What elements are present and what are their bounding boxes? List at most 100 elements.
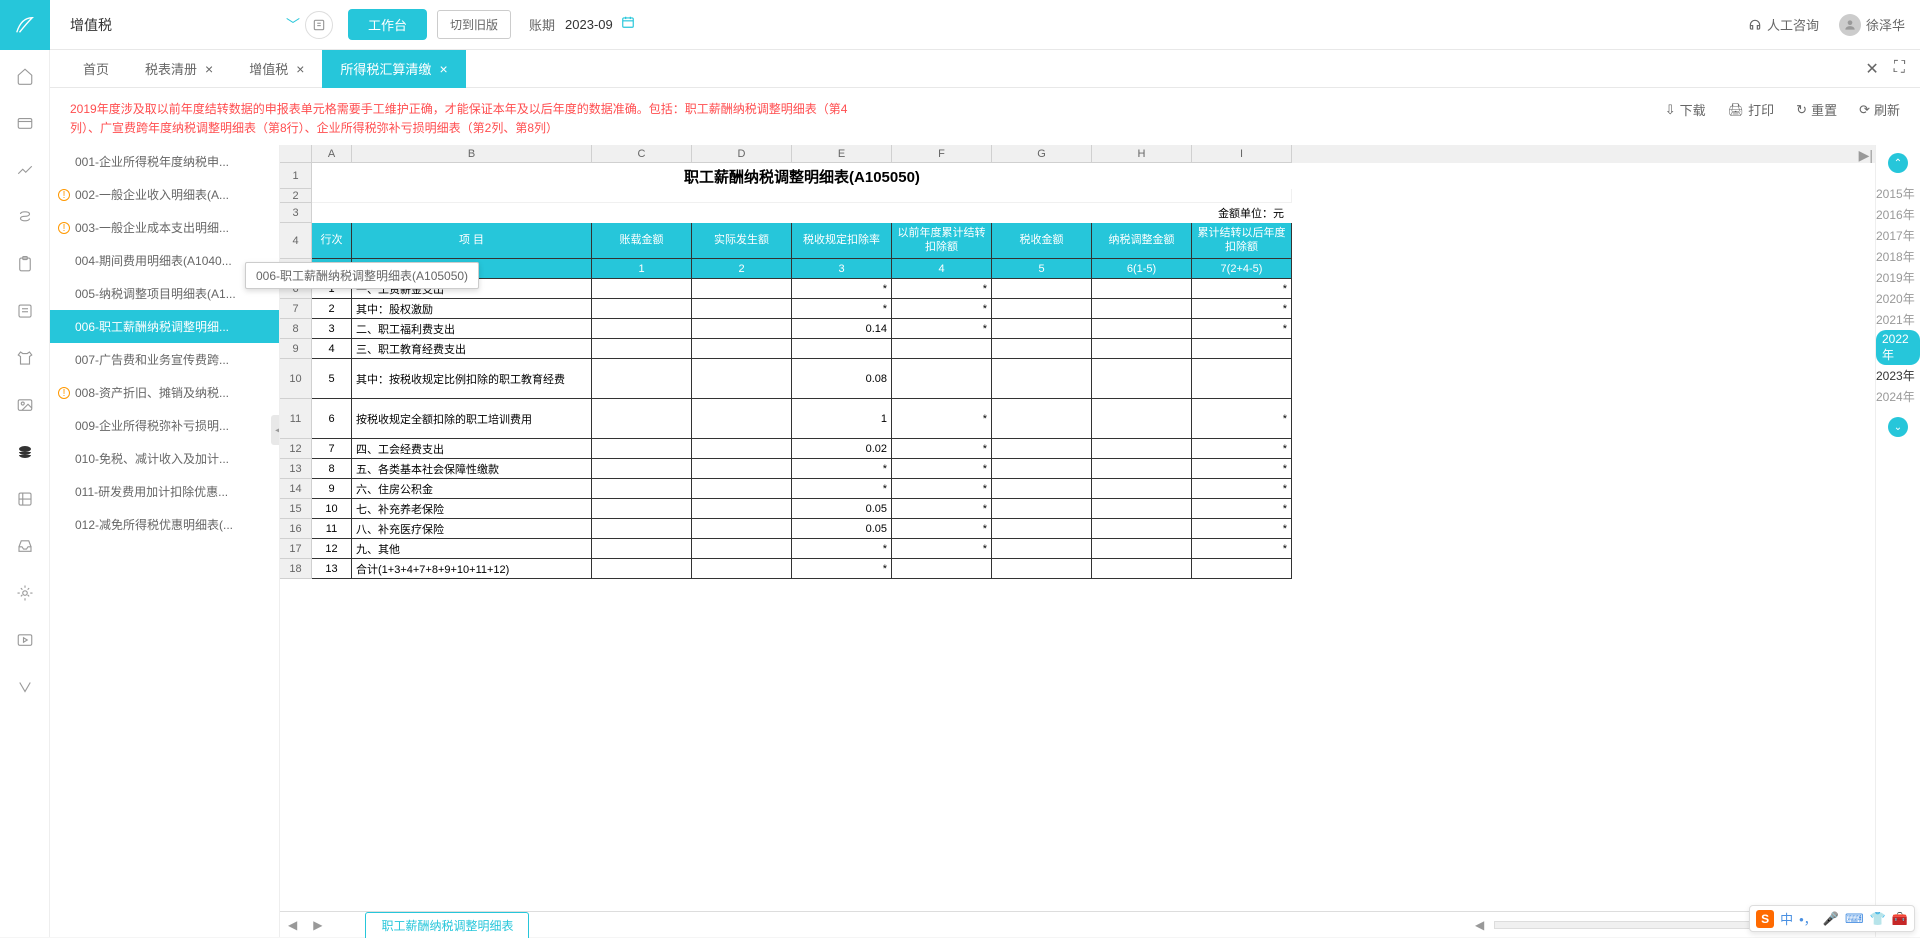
data-cell[interactable] <box>1092 559 1192 579</box>
spreadsheet[interactable]: ▶| ABCDEFGHI 1 职工薪酬纳税调整明细表(A105050) 2 3 … <box>280 145 1875 937</box>
data-cell[interactable] <box>1092 499 1192 519</box>
clipboard-icon[interactable] <box>14 253 36 275</box>
data-cell[interactable] <box>792 339 892 359</box>
data-cell[interactable] <box>592 279 692 299</box>
data-cell[interactable]: * <box>892 459 992 479</box>
chart-icon[interactable] <box>14 159 36 181</box>
item-name[interactable]: 六、住房公积金 <box>352 479 592 499</box>
data-cell[interactable] <box>592 439 692 459</box>
year-item[interactable]: 2022年 <box>1876 330 1920 365</box>
data-cell[interactable] <box>592 459 692 479</box>
data-cell[interactable] <box>592 399 692 439</box>
data-cell[interactable]: * <box>1192 279 1292 299</box>
form-item-11[interactable]: 012-减免所得税优惠明细表(... <box>50 508 279 541</box>
data-cell[interactable] <box>592 339 692 359</box>
data-cell[interactable] <box>592 539 692 559</box>
reset-button[interactable]: ↻ 重置 <box>1796 100 1837 119</box>
item-name[interactable]: 五、各类基本社会保障性缴款 <box>352 459 592 479</box>
data-cell[interactable] <box>692 479 792 499</box>
data-cell[interactable]: * <box>1192 519 1292 539</box>
data-cell[interactable] <box>1192 339 1292 359</box>
data-cell[interactable]: * <box>892 439 992 459</box>
row-index[interactable]: 10 <box>312 499 352 519</box>
data-cell[interactable] <box>1092 459 1192 479</box>
data-cell[interactable] <box>592 299 692 319</box>
tab-close-icon[interactable]: × <box>439 61 447 77</box>
tab-1[interactable]: 税表清册× <box>127 50 231 88</box>
data-cell[interactable] <box>1092 339 1192 359</box>
data-cell[interactable] <box>992 539 1092 559</box>
col-header-H[interactable]: H <box>1092 145 1192 163</box>
data-cell[interactable] <box>692 499 792 519</box>
year-item[interactable]: 2020年 <box>1876 288 1920 309</box>
row-number[interactable]: 8 <box>280 319 312 339</box>
row-index[interactable]: 7 <box>312 439 352 459</box>
data-cell[interactable] <box>892 339 992 359</box>
close-tab-icon[interactable]: ✕ <box>1865 59 1878 79</box>
row-number[interactable]: 12 <box>280 439 312 459</box>
data-cell[interactable]: * <box>892 479 992 499</box>
data-cell[interactable]: 0.05 <box>792 519 892 539</box>
data-cell[interactable] <box>992 299 1092 319</box>
data-cell[interactable] <box>992 499 1092 519</box>
form-item-1[interactable]: 002-一般企业收入明细表(A... <box>50 178 279 211</box>
row-number[interactable]: 1 <box>280 163 312 189</box>
form-item-6[interactable]: 007-广告费和业务宣传费跨... <box>50 343 279 376</box>
doc-list-icon[interactable] <box>14 300 36 322</box>
calendar-icon[interactable] <box>621 15 635 34</box>
col-header-E[interactable]: E <box>792 145 892 163</box>
row-number[interactable]: 16 <box>280 519 312 539</box>
data-cell[interactable] <box>992 359 1092 399</box>
data-cell[interactable] <box>992 559 1092 579</box>
data-cell[interactable]: * <box>892 399 992 439</box>
data-cell[interactable]: * <box>792 479 892 499</box>
ime-mic-icon[interactable]: 🎤 <box>1823 911 1839 927</box>
home-icon[interactable] <box>14 65 36 87</box>
data-cell[interactable] <box>992 519 1092 539</box>
year-item[interactable]: 2017年 <box>1876 225 1920 246</box>
tax-icon[interactable] <box>14 441 36 463</box>
sheet-tab[interactable]: 职工薪酬纳税调整明细表 <box>365 912 529 938</box>
row-index[interactable]: 2 <box>312 299 352 319</box>
item-name[interactable]: 九、其他 <box>352 539 592 559</box>
ime-punct-icon[interactable]: •， <box>1799 909 1817 928</box>
col-header-G[interactable]: G <box>992 145 1092 163</box>
row-index[interactable]: 13 <box>312 559 352 579</box>
expand-icon[interactable]: ⛶ <box>1894 59 1905 79</box>
data-cell[interactable] <box>592 359 692 399</box>
data-cell[interactable]: * <box>892 319 992 339</box>
tab-close-icon[interactable]: × <box>296 61 304 77</box>
year-item[interactable]: 2015年 <box>1876 183 1920 204</box>
row-number[interactable]: 7 <box>280 299 312 319</box>
data-cell[interactable]: * <box>1192 399 1292 439</box>
data-cell[interactable] <box>892 559 992 579</box>
data-cell[interactable] <box>692 519 792 539</box>
data-cell[interactable]: * <box>892 519 992 539</box>
data-cell[interactable] <box>992 319 1092 339</box>
item-name[interactable]: 其中：按税收规定比例扣除的职工教育经费 <box>352 359 592 399</box>
data-cell[interactable]: * <box>892 499 992 519</box>
form-item-7[interactable]: 008-资产折旧、摊销及纳税... <box>50 376 279 409</box>
row-number[interactable]: 14 <box>280 479 312 499</box>
help-button[interactable] <box>305 11 333 39</box>
row-number[interactable]: 10 <box>280 359 312 399</box>
data-cell[interactable] <box>992 399 1092 439</box>
item-name[interactable]: 合计(1+3+4+7+8+9+10+11+12) <box>352 559 592 579</box>
form-item-10[interactable]: 011-研发费用加计扣除优惠... <box>50 475 279 508</box>
data-cell[interactable]: * <box>1192 439 1292 459</box>
tax-type-dropdown[interactable]: 增值税 ﹀ <box>70 15 300 35</box>
year-item[interactable]: 2018年 <box>1876 246 1920 267</box>
print-button[interactable]: 🖨 打印 <box>1728 100 1775 119</box>
year-up-button[interactable]: ⌃ <box>1888 153 1908 173</box>
data-cell[interactable] <box>592 559 692 579</box>
tab-3[interactable]: 所得税汇算清缴× <box>322 50 465 88</box>
data-cell[interactable]: * <box>892 279 992 299</box>
item-name[interactable]: 二、职工福利费支出 <box>352 319 592 339</box>
row-number[interactable]: 2 <box>280 189 312 203</box>
sheet-nav-first[interactable]: ◀ <box>280 918 305 932</box>
item-name[interactable]: 三、职工教育经费支出 <box>352 339 592 359</box>
data-cell[interactable] <box>1092 399 1192 439</box>
row-number[interactable]: 17 <box>280 539 312 559</box>
data-cell[interactable]: * <box>1192 539 1292 559</box>
year-down-button[interactable]: ⌄ <box>1888 417 1908 437</box>
